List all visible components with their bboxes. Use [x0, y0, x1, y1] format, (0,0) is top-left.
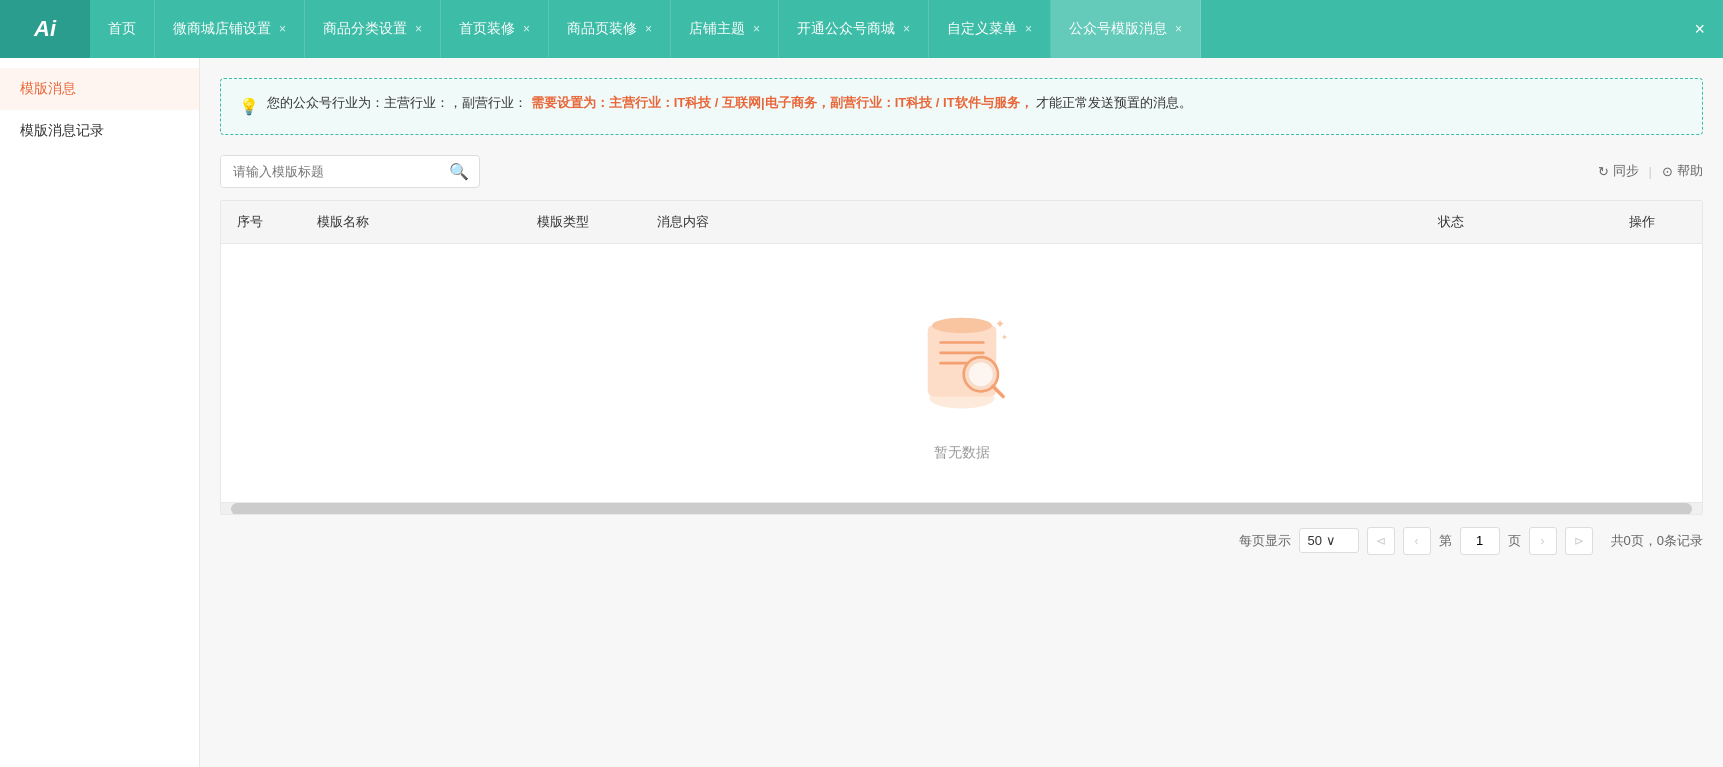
close-tab-theme[interactable]: × [753, 22, 760, 36]
scrollbar-thumb[interactable] [231, 503, 1692, 515]
page-total-label: 共0页，0条记录 [1611, 532, 1703, 550]
nav-tab-mall[interactable]: 开通公众号商城 × [779, 0, 929, 58]
svg-point-1 [932, 317, 992, 332]
page-label-suf: 页 [1508, 532, 1521, 550]
col-header-name: 模版名称 [301, 201, 521, 243]
sync-button[interactable]: ↻ 同步 [1598, 162, 1639, 180]
help-label: 帮助 [1677, 162, 1703, 180]
toolbar: 🔍 ↻ 同步 | ⊙ 帮助 [220, 155, 1703, 188]
data-table: 序号 模版名称 模版类型 消息内容 状态 操作 [220, 200, 1703, 515]
empty-state-icon: ✦ ✦ [902, 304, 1022, 424]
close-tab-home-decor[interactable]: × [523, 22, 530, 36]
sidebar-item-template-msg[interactable]: 模版消息 [0, 68, 199, 110]
close-tab-store-settings[interactable]: × [279, 22, 286, 36]
page-size-chevron-icon: ∨ [1326, 533, 1336, 548]
nav-tab-mall-label: 开通公众号商城 [797, 20, 895, 38]
nav-tab-list: 首页 微商城店铺设置 × 商品分类设置 × 首页装修 × 商品页装修 × 店铺主… [90, 0, 1676, 58]
col-header-status: 状态 [1422, 201, 1582, 243]
nav-tab-home-decor-label: 首页装修 [459, 20, 515, 38]
pagination: 每页显示 50 ∨ ⊲ ‹ 第 页 › ⊳ 共0页，0条记录 [220, 515, 1703, 567]
prev-page-button[interactable]: ‹ [1403, 527, 1431, 555]
toolbar-divider: | [1649, 164, 1652, 179]
col-header-type: 模版类型 [521, 201, 641, 243]
close-tab-category[interactable]: × [415, 22, 422, 36]
page-size-select[interactable]: 50 ∨ [1299, 528, 1359, 553]
nav-tab-theme-label: 店铺主题 [689, 20, 745, 38]
nav-tab-custom-menu[interactable]: 自定义菜单 × [929, 0, 1051, 58]
nav-tab-home-label: 首页 [108, 20, 136, 38]
nav-tab-store-settings[interactable]: 微商城店铺设置 × [155, 0, 305, 58]
toolbar-right: ↻ 同步 | ⊙ 帮助 [1598, 162, 1703, 180]
close-all-tabs-button[interactable]: × [1676, 0, 1723, 58]
close-tab-custom-menu[interactable]: × [1025, 22, 1032, 36]
current-page-input[interactable] [1460, 527, 1500, 555]
main-layout: 模版消息 模版消息记录 💡 您的公众号行业为：主营行业：，副营行业： 需要设置为… [0, 58, 1723, 767]
search-input[interactable] [221, 156, 439, 187]
search-button[interactable]: 🔍 [439, 162, 479, 181]
top-navigation: Ai 首页 微商城店铺设置 × 商品分类设置 × 首页装修 × 商品页装修 × … [0, 0, 1723, 58]
next-page-button[interactable]: › [1529, 527, 1557, 555]
nav-tab-category-label: 商品分类设置 [323, 20, 407, 38]
col-header-seq: 序号 [221, 201, 301, 243]
app-logo: Ai [0, 0, 90, 58]
col-header-content: 消息内容 [641, 201, 1422, 243]
nav-tab-custom-menu-label: 自定义菜单 [947, 20, 1017, 38]
horizontal-scrollbar[interactable] [221, 502, 1702, 514]
page-label-pre: 第 [1439, 532, 1452, 550]
nav-tab-home-decor[interactable]: 首页装修 × [441, 0, 549, 58]
nav-tab-category[interactable]: 商品分类设置 × [305, 0, 441, 58]
close-tab-product-decor[interactable]: × [645, 22, 652, 36]
sync-label: 同步 [1613, 162, 1639, 180]
svg-text:✦: ✦ [994, 317, 1004, 331]
nav-tab-template-msg[interactable]: 公众号模版消息 × [1051, 0, 1201, 58]
svg-text:✦: ✦ [1000, 333, 1007, 342]
empty-state: ✦ ✦ 暂无数据 [221, 244, 1702, 502]
sync-icon: ↻ [1598, 164, 1609, 179]
notice-icon: 💡 [239, 94, 259, 120]
help-button[interactable]: ⊙ 帮助 [1662, 162, 1703, 180]
col-header-action: 操作 [1582, 201, 1702, 243]
close-tab-template-msg[interactable]: × [1175, 22, 1182, 36]
help-icon: ⊙ [1662, 164, 1673, 179]
search-box: 🔍 [220, 155, 480, 188]
page-size-label: 每页显示 [1239, 532, 1291, 550]
sidebar: 模版消息 模版消息记录 [0, 58, 200, 767]
nav-tab-home[interactable]: 首页 [90, 0, 155, 58]
notice-box: 💡 您的公众号行业为：主营行业：，副营行业： 需要设置为：主营行业：IT科技 /… [220, 78, 1703, 135]
close-tab-mall[interactable]: × [903, 22, 910, 36]
last-page-button[interactable]: ⊳ [1565, 527, 1593, 555]
svg-point-6 [968, 362, 992, 386]
table-header: 序号 模版名称 模版类型 消息内容 状态 操作 [221, 201, 1702, 244]
notice-text: 您的公众号行业为：主营行业：，副营行业： 需要设置为：主营行业：IT科技 / 互… [267, 93, 1684, 114]
nav-tab-theme[interactable]: 店铺主题 × [671, 0, 779, 58]
nav-tab-product-decor-label: 商品页装修 [567, 20, 637, 38]
first-page-button[interactable]: ⊲ [1367, 527, 1395, 555]
nav-tab-product-decor[interactable]: 商品页装修 × [549, 0, 671, 58]
nav-tab-template-msg-label: 公众号模版消息 [1069, 20, 1167, 38]
nav-tab-store-settings-label: 微商城店铺设置 [173, 20, 271, 38]
content-area: 💡 您的公众号行业为：主营行业：，副营行业： 需要设置为：主营行业：IT科技 /… [200, 58, 1723, 767]
page-size-value: 50 [1308, 533, 1322, 548]
sidebar-item-template-msg-record[interactable]: 模版消息记录 [0, 110, 199, 152]
empty-state-text: 暂无数据 [934, 444, 990, 462]
